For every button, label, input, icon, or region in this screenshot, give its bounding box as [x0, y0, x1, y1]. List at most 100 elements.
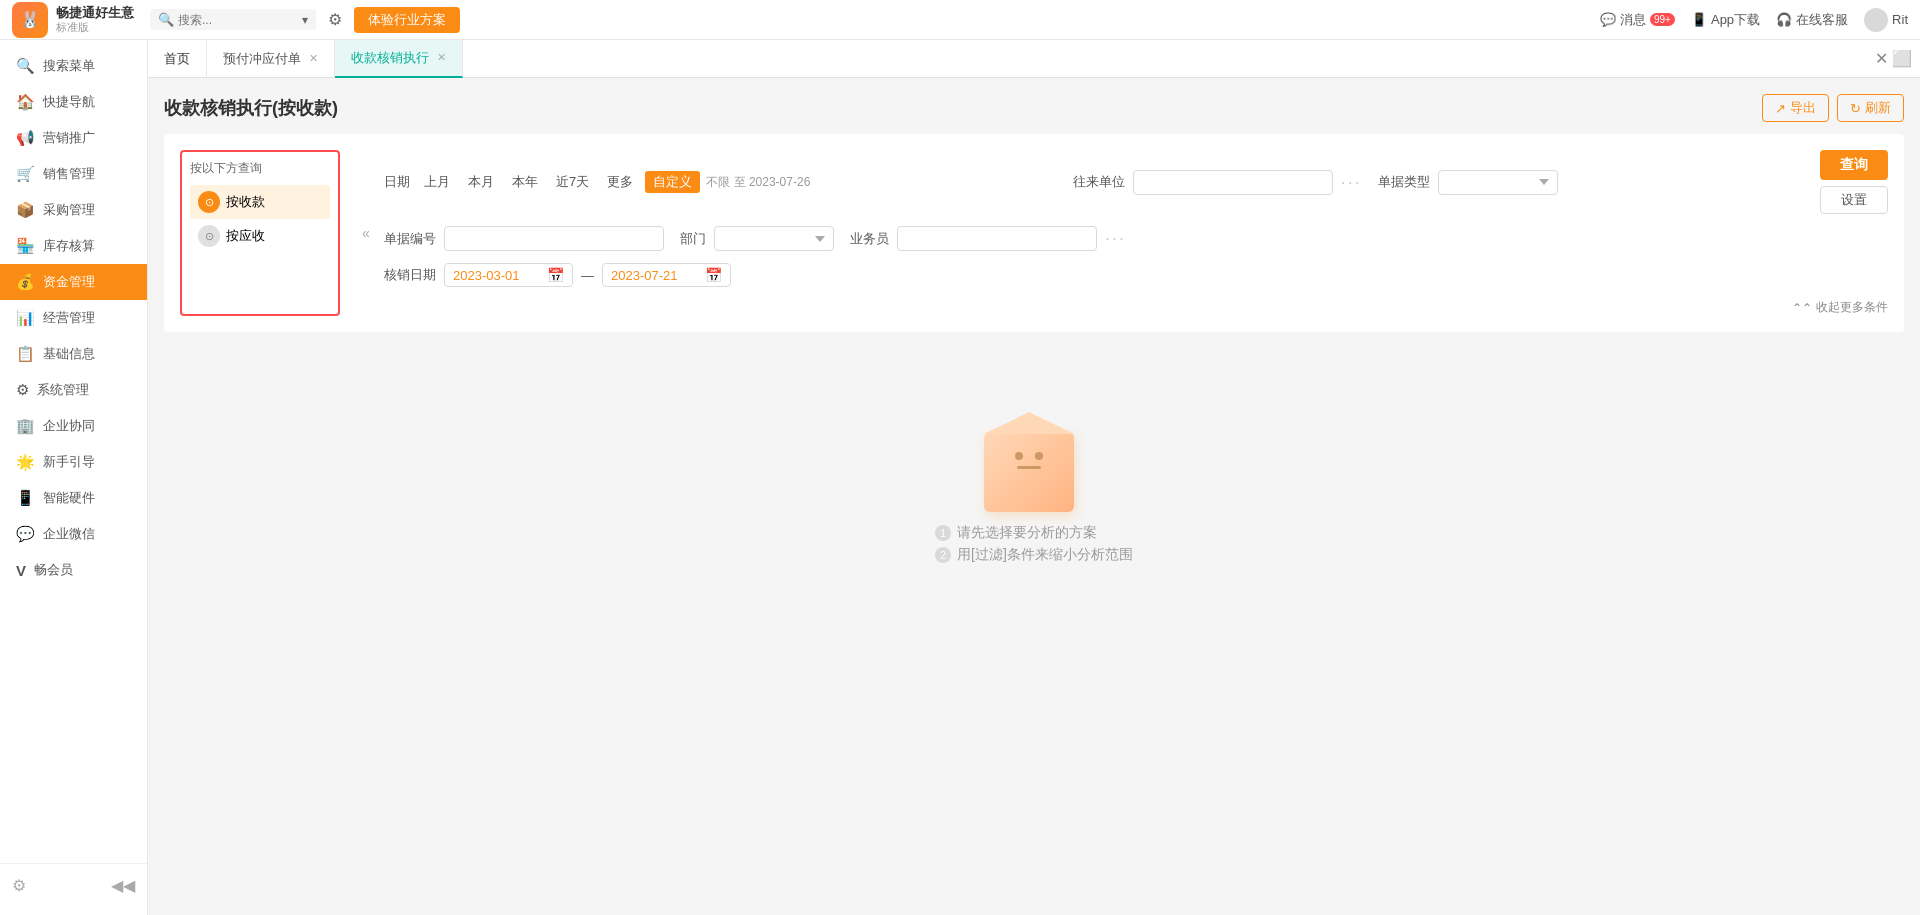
settings-btn[interactable]: 设置 [1820, 186, 1888, 214]
search-menu-icon: 🔍 [16, 57, 35, 75]
sidebar-item-search[interactable]: 🔍 搜索菜单 [0, 48, 147, 84]
calendar-from-icon: 📅 [547, 267, 564, 283]
empty-illustration [954, 392, 1114, 512]
verify-date-field: 核销日期 📅 — 📅 [384, 263, 731, 287]
step2-num: 2 [935, 547, 951, 563]
date-7days-btn[interactable]: 近7天 [550, 171, 595, 193]
search-box[interactable]: 🔍 ▾ [150, 9, 316, 30]
verify-date-from-input[interactable] [453, 268, 543, 283]
verify-date-to-wrap[interactable]: 📅 [602, 263, 731, 287]
sidebar-item-inventory[interactable]: 🏪 库存核算 [0, 228, 147, 264]
tab-collection-close[interactable]: ✕ [437, 51, 446, 64]
messages-btn[interactable]: 💬 消息 99+ [1600, 11, 1675, 29]
date-last-month-btn[interactable]: 上月 [418, 171, 456, 193]
date-this-year-btn[interactable]: 本年 [506, 171, 544, 193]
inventory-icon: 🏪 [16, 237, 35, 255]
sidebar-item-operations[interactable]: 📊 经营管理 [0, 300, 147, 336]
empty-face [984, 452, 1074, 460]
sidebar-item-guide[interactable]: 🌟 新手引导 [0, 444, 147, 480]
collapse-row: ⌃⌃ 收起更多条件 [384, 299, 1888, 316]
dept-field: 部门 [680, 226, 834, 251]
filter-form: 日期 上月 本月 本年 近7天 更多 自定义 不限 至 2023-07-26 [384, 150, 1888, 316]
face-dot-right [1035, 452, 1043, 460]
verify-date-range: 📅 — 📅 [444, 263, 731, 287]
refresh-btn[interactable]: ↻ 刷新 [1837, 94, 1904, 122]
counterpart-input[interactable] [1133, 170, 1333, 195]
enterprise-icon: 🏢 [16, 417, 35, 435]
filter-by-receivable[interactable]: ⊙ 按应收 [190, 219, 330, 253]
receipt-icon: ⊙ [198, 191, 220, 213]
calendar-to-icon: 📅 [705, 267, 722, 283]
sidebar-item-hardware[interactable]: 📱 智能硬件 [0, 480, 147, 516]
sidebar-bottom: ⚙ ◀◀ [0, 863, 147, 907]
counterpart-dots[interactable]: ··· [1341, 172, 1362, 193]
search-input[interactable] [178, 13, 298, 27]
verify-date-to-input[interactable] [611, 268, 701, 283]
staff-input[interactable] [897, 226, 1097, 251]
top-bar: 🐰 畅捷通好生意 标准版 🔍 ▾ ⚙ 体验行业方案 💬 消息 99+ 📱 App… [0, 0, 1920, 40]
headset-icon: 🎧 [1776, 12, 1792, 27]
industry-btn[interactable]: 体验行业方案 [354, 7, 460, 33]
tab-close-btn[interactable]: ✕ [1875, 49, 1888, 68]
user-info[interactable]: Rit [1864, 8, 1908, 32]
sidebar-item-marketing[interactable]: 📢 营销推广 [0, 120, 147, 156]
brand-name: 畅捷通好生意 [56, 5, 134, 21]
date-field: 日期 上月 本月 本年 近7天 更多 自定义 不限 至 2023-07-26 [384, 171, 810, 193]
customer-service-btn[interactable]: 🎧 在线客服 [1776, 11, 1848, 29]
empty-step-1: 1 请先选择要分析的方案 [935, 524, 1133, 542]
sidebar-item-wechat[interactable]: 💬 企业微信 [0, 516, 147, 552]
date-group: 上月 本月 本年 近7天 更多 自定义 不限 至 2023-07-26 [418, 171, 810, 193]
sidebar-item-quick-nav[interactable]: 🏠 快捷导航 [0, 84, 147, 120]
export-btn[interactable]: ↗ 导出 [1762, 94, 1829, 122]
date-this-month-btn[interactable]: 本月 [462, 171, 500, 193]
empty-box-body [984, 432, 1074, 512]
filter-collapse-panel-btn[interactable]: « [356, 150, 376, 316]
settings-bottom-btn[interactable]: ⚙ [8, 872, 30, 899]
tab-prepay-close[interactable]: ✕ [309, 52, 318, 65]
member-icon: V [16, 562, 26, 579]
sidebar-item-purchase[interactable]: 📦 采购管理 [0, 192, 147, 228]
search-chevron-btn[interactable]: ▾ [302, 13, 308, 27]
brand-info: 畅捷通好生意 标准版 [56, 5, 134, 34]
empty-texts: 1 请先选择要分析的方案 2 用[过滤]条件来缩小分析范围 [935, 524, 1133, 568]
doc-no-label: 单据编号 [384, 230, 436, 248]
collapse-more-btn[interactable]: ⌃⌃ 收起更多条件 [1792, 299, 1888, 316]
verify-date-label: 核销日期 [384, 266, 436, 284]
face-mouth [1017, 466, 1041, 469]
tab-prepay[interactable]: 预付冲应付单 ✕ [207, 40, 335, 78]
app-download-btn[interactable]: 📱 App下载 [1691, 11, 1760, 29]
filter-by-receipt[interactable]: ⊙ 按收款 [190, 185, 330, 219]
purchase-icon: 📦 [16, 201, 35, 219]
doc-type-select[interactable] [1438, 170, 1558, 195]
staff-field: 业务员 ··· [850, 226, 1126, 251]
page-title: 收款核销执行(按收款) [164, 96, 338, 120]
counterpart-field: 往来单位 ··· [1073, 170, 1362, 195]
sidebar-item-member[interactable]: V 畅会员 [0, 552, 147, 588]
sidebar-item-enterprise[interactable]: 🏢 企业协同 [0, 408, 147, 444]
sidebar-item-sales[interactable]: 🛒 销售管理 [0, 156, 147, 192]
sidebar-item-finance[interactable]: 💰 资金管理 [0, 264, 147, 300]
header-actions: ↗ 导出 ↻ 刷新 [1762, 94, 1904, 122]
date-custom-btn[interactable]: 自定义 [645, 171, 700, 193]
filter-area: 按以下方查询 ⊙ 按收款 ⊙ 按应收 « [164, 134, 1904, 332]
filter-row-3: 核销日期 📅 — 📅 [384, 263, 1888, 287]
refresh-icon: ↻ [1850, 101, 1861, 116]
doc-no-input[interactable] [444, 226, 664, 251]
filter-panel-title: 按以下方查询 [190, 160, 330, 177]
empty-step-2: 2 用[过滤]条件来缩小分析范围 [935, 546, 1133, 564]
filter-actions: 查询 设置 [1820, 150, 1888, 214]
tab-home[interactable]: 首页 [148, 40, 207, 78]
dept-select[interactable] [714, 226, 834, 251]
staff-dots[interactable]: ··· [1105, 228, 1126, 249]
sales-icon: 🛒 [16, 165, 35, 183]
tab-maximize-btn[interactable]: ⬜ [1892, 49, 1912, 68]
query-btn[interactable]: 查询 [1820, 150, 1888, 180]
collapse-sidebar-btn[interactable]: ◀◀ [107, 872, 139, 899]
tab-collection[interactable]: 收款核销执行 ✕ [335, 40, 463, 78]
sidebar-item-system[interactable]: ⚙ 系统管理 [0, 372, 147, 408]
sidebar-item-basic-info[interactable]: 📋 基础信息 [0, 336, 147, 372]
verify-date-from-wrap[interactable]: 📅 [444, 263, 573, 287]
gear-btn[interactable]: ⚙ [328, 10, 342, 29]
date-more-btn[interactable]: 更多 [601, 171, 639, 193]
empty-box-flap [984, 412, 1074, 434]
